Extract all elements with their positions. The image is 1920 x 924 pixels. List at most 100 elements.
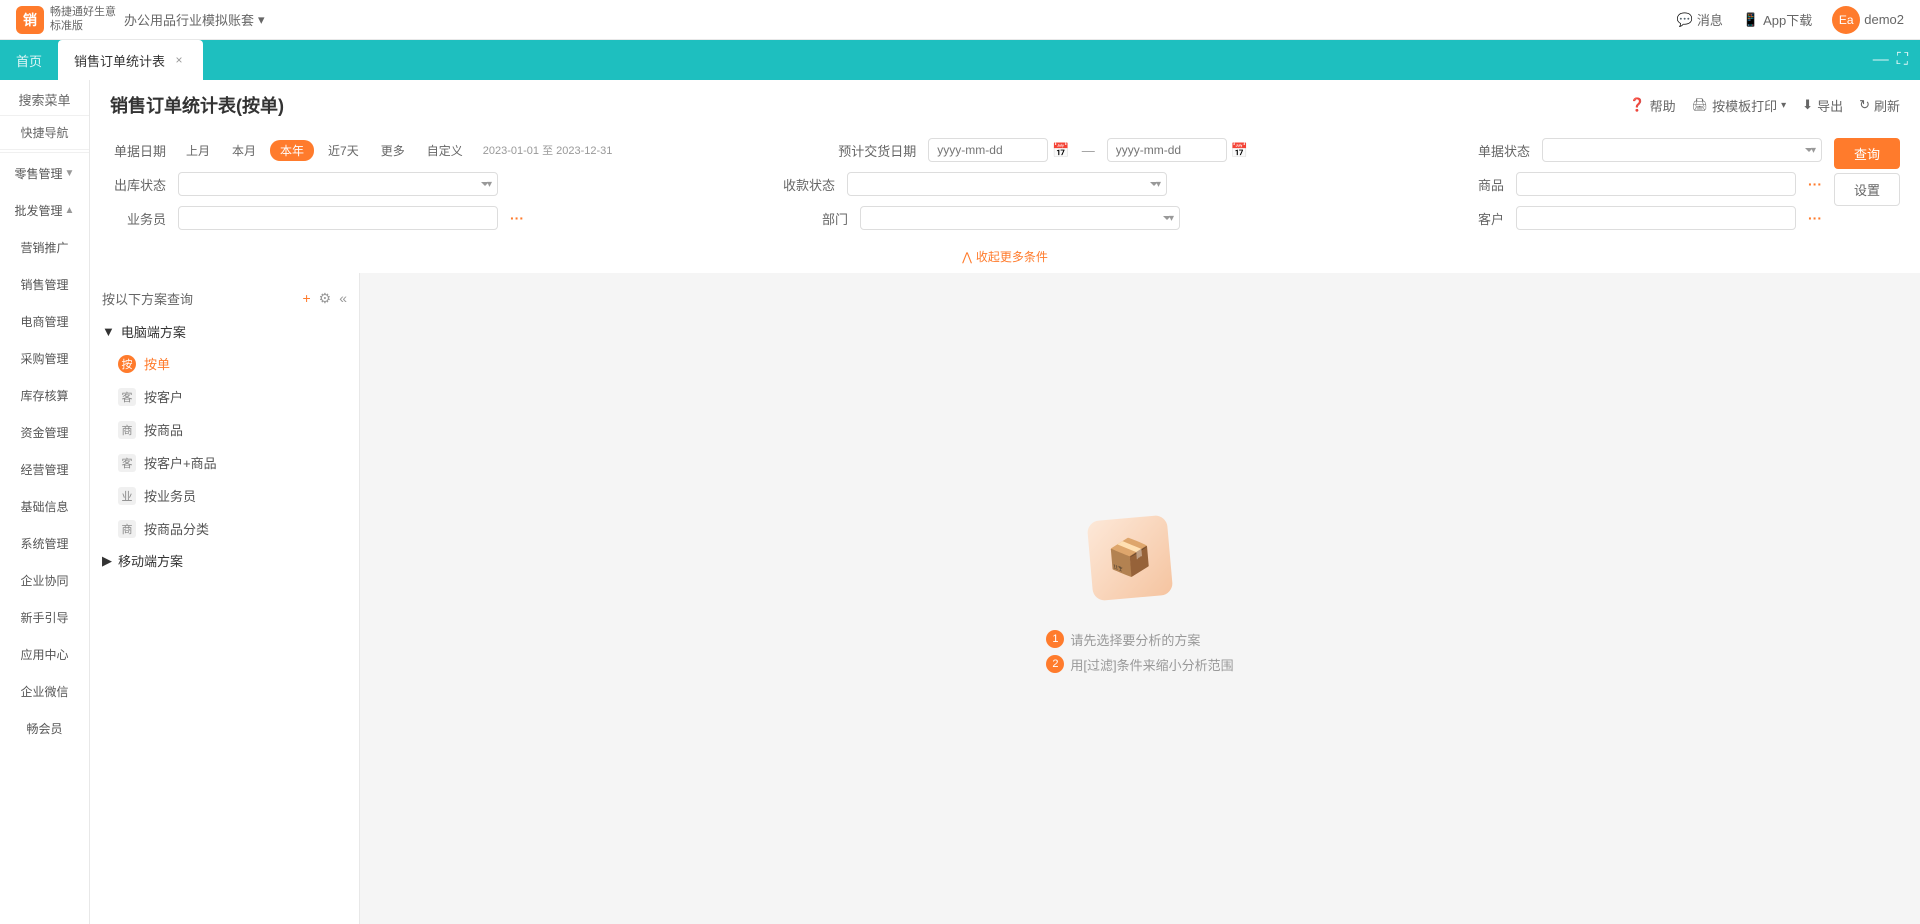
tree-item-by-customer-goods[interactable]: 客 按客户+商品 (90, 446, 359, 479)
empty-box-icon: 📦 (1087, 514, 1174, 601)
customer-label: 客户 (1448, 209, 1504, 228)
tree-section-pc-title[interactable]: ▼ 电脑端方案 (90, 316, 359, 347)
left-panel: 按以下方案查询 + ⚙ « ▼ 电脑端方案 按 按单 (90, 273, 360, 924)
tree-item-by-customer[interactable]: 客 按客户 (90, 380, 359, 413)
collapse-panel-button[interactable]: « (339, 290, 347, 307)
settings-button[interactable]: 设置 (1834, 173, 1900, 206)
sidebar-search[interactable]: 搜索菜单 (0, 80, 89, 116)
expected-date-from-input[interactable] (928, 138, 1048, 162)
sidebar-item-purchase[interactable]: 采购管理 (0, 340, 89, 377)
calendar-icon-to[interactable]: 📅 (1231, 142, 1248, 159)
left-panel-icons: + ⚙ « (302, 290, 347, 307)
goods-input[interactable] (1516, 172, 1796, 196)
customer-ellipsis-btn[interactable]: ··· (1808, 210, 1822, 226)
refresh-button[interactable]: ↻ 刷新 (1859, 96, 1900, 115)
payment-status-selector[interactable]: ▾ (847, 172, 1167, 196)
sidebar-item-basic-info[interactable]: 基础信息 (0, 488, 89, 525)
sidebar-item-system[interactable]: 系统管理 (0, 525, 89, 562)
salesperson-input[interactable] (178, 206, 498, 230)
tree-item-by-goods-category[interactable]: 商 按商品分类 (90, 512, 359, 545)
date-7days-btn[interactable]: 近7天 (320, 140, 367, 161)
sidebar-item-guide[interactable]: 新手引导 (0, 599, 89, 636)
date-prev-month-btn[interactable]: 上月 (178, 140, 218, 161)
window-minimize-button[interactable]: — (1873, 51, 1889, 69)
tree-item-by-goods[interactable]: 商 按商品 (90, 413, 359, 446)
chevron-down-icon: ▾ (1781, 100, 1786, 111)
customer-input[interactable] (1516, 206, 1796, 230)
tab-close-button[interactable]: × (171, 52, 187, 68)
app-download-button[interactable]: 📱 App下载 (1743, 10, 1812, 29)
tab-bar: 首页 销售订单统计表 × — ⛶ (0, 40, 1920, 80)
date-custom-btn[interactable]: 自定义 (419, 140, 471, 161)
message-button[interactable]: 💬 消息 (1677, 10, 1723, 29)
sidebar-item-ecommerce[interactable]: 电商管理 (0, 303, 89, 340)
bill-status-label: 单据状态 (1474, 141, 1530, 160)
settings-scheme-button[interactable]: ⚙ (319, 290, 332, 307)
user-menu[interactable]: Ea demo2 (1832, 6, 1904, 34)
sidebar-item-wholesale[interactable]: 批发管理 ▲ (0, 192, 89, 229)
expected-date-to-input[interactable] (1107, 138, 1227, 162)
template-print-button[interactable]: 🖨 按模板打印 ▾ (1692, 96, 1787, 115)
goods-ellipsis-btn[interactable]: ··· (1808, 176, 1822, 192)
tree-item-by-salesperson[interactable]: 业 按业务员 (90, 479, 359, 512)
chevron-down-icon: ▼ (65, 168, 75, 179)
department-selector[interactable]: ▾ (860, 206, 1180, 230)
tab-sales-order[interactable]: 销售订单统计表 × (58, 40, 203, 80)
date-this-month-btn[interactable]: 本月 (224, 140, 264, 161)
content-area: 销售订单统计表(按单) ❓ 帮助 🖨 按模板打印 ▾ ⬇ 导出 ↻ 刷新 (90, 80, 1920, 924)
department-select[interactable] (860, 206, 1180, 230)
sidebar-item-retail[interactable]: 零售管理 ▼ (0, 155, 89, 192)
empty-tips: 1 请先选择要分析的方案 2 用[过滤]条件来缩小分析范围 (1046, 630, 1233, 680)
sidebar-item-enterprise[interactable]: 企业协同 (0, 562, 89, 599)
tip-num-1: 1 (1046, 630, 1064, 648)
sidebar-item-inventory[interactable]: 库存核算 (0, 377, 89, 414)
sidebar-item-marketing[interactable]: 营销推广 (0, 229, 89, 266)
page-header-actions: ❓ 帮助 🖨 按模板打印 ▾ ⬇ 导出 ↻ 刷新 (1629, 96, 1900, 125)
export-button[interactable]: ⬇ 导出 (1802, 96, 1843, 115)
sidebar-item-wechat[interactable]: 企业微信 (0, 673, 89, 710)
sidebar-item-membership[interactable]: 畅会员 (0, 710, 89, 747)
delivery-status-select[interactable] (178, 172, 498, 196)
tree-item-by-customer-icon: 客 (118, 388, 136, 406)
sidebar-item-operations[interactable]: 经营管理 (0, 451, 89, 488)
help-button[interactable]: ❓ 帮助 (1629, 96, 1675, 115)
tree-arrow-down-icon: ▼ (102, 324, 115, 339)
bill-status-select[interactable] (1542, 138, 1822, 162)
sidebar-item-sales[interactable]: 销售管理 (0, 266, 89, 303)
page-title: 销售订单统计表(按单) (110, 92, 284, 128)
sidebar-divider-1 (0, 152, 89, 153)
calendar-icon-from[interactable]: 📅 (1052, 142, 1069, 159)
tree-item-by-customer-goods-icon: 客 (118, 454, 136, 472)
date-more-btn[interactable]: 更多 (373, 140, 413, 161)
delivery-status-selector[interactable]: ▾ (178, 172, 498, 196)
payment-status-select[interactable] (847, 172, 1167, 196)
expected-date-to: 📅 (1107, 138, 1248, 162)
sidebar-item-finance[interactable]: 资金管理 (0, 414, 89, 451)
filter-container: 单据日期 上月 本月 本年 近7天 更多 自定义 2023-01-01 至 20… (90, 128, 1920, 273)
delivery-status-label: 出库状态 (110, 175, 166, 194)
salesperson-ellipsis-btn[interactable]: ··· (510, 210, 524, 226)
window-maximize-button[interactable]: ⛶ (1897, 51, 1908, 69)
date-buttons: 上月 本月 本年 近7天 更多 自定义 (178, 140, 471, 161)
tree-arrow-right-icon: ▶ (102, 553, 112, 569)
collapse-more-btn[interactable]: ⋀ 收起更多条件 (110, 240, 1900, 273)
left-panel-header: 按以下方案查询 + ⚙ « (90, 281, 359, 316)
filter-fields: 单据日期 上月 本月 本年 近7天 更多 自定义 2023-01-01 至 20… (110, 138, 1822, 240)
department-label: 部门 (792, 209, 848, 228)
tab-home[interactable]: 首页 (0, 40, 58, 80)
tree-item-by-salesperson-icon: 业 (118, 487, 136, 505)
logo-text: 畅捷通好生意 标准版 (50, 6, 116, 32)
date-this-year-btn[interactable]: 本年 (270, 140, 314, 161)
top-bar-left: 销 畅捷通好生意 标准版 办公用品行业模拟账套 ▾ (16, 6, 265, 34)
tree-item-by-order[interactable]: 按 按单 (90, 347, 359, 380)
sidebar-item-apps[interactable]: 应用中心 (0, 636, 89, 673)
tree-section-mobile-title[interactable]: ▶ 移动端方案 (90, 545, 359, 576)
sidebar-shortcut[interactable]: 快捷导航 (0, 116, 89, 150)
logo-icon: 销 (16, 6, 44, 34)
bill-status-selector[interactable]: ▾ (1542, 138, 1822, 162)
logo-area: 销 畅捷通好生意 标准版 (16, 6, 116, 34)
filter-row-3: 业务员 ··· 部门 ▾ 客户 ··· (110, 206, 1822, 230)
add-scheme-button[interactable]: + (302, 290, 310, 307)
workspace-selector[interactable]: 办公用品行业模拟账套 ▾ (124, 10, 265, 29)
query-button[interactable]: 查询 (1834, 138, 1900, 169)
